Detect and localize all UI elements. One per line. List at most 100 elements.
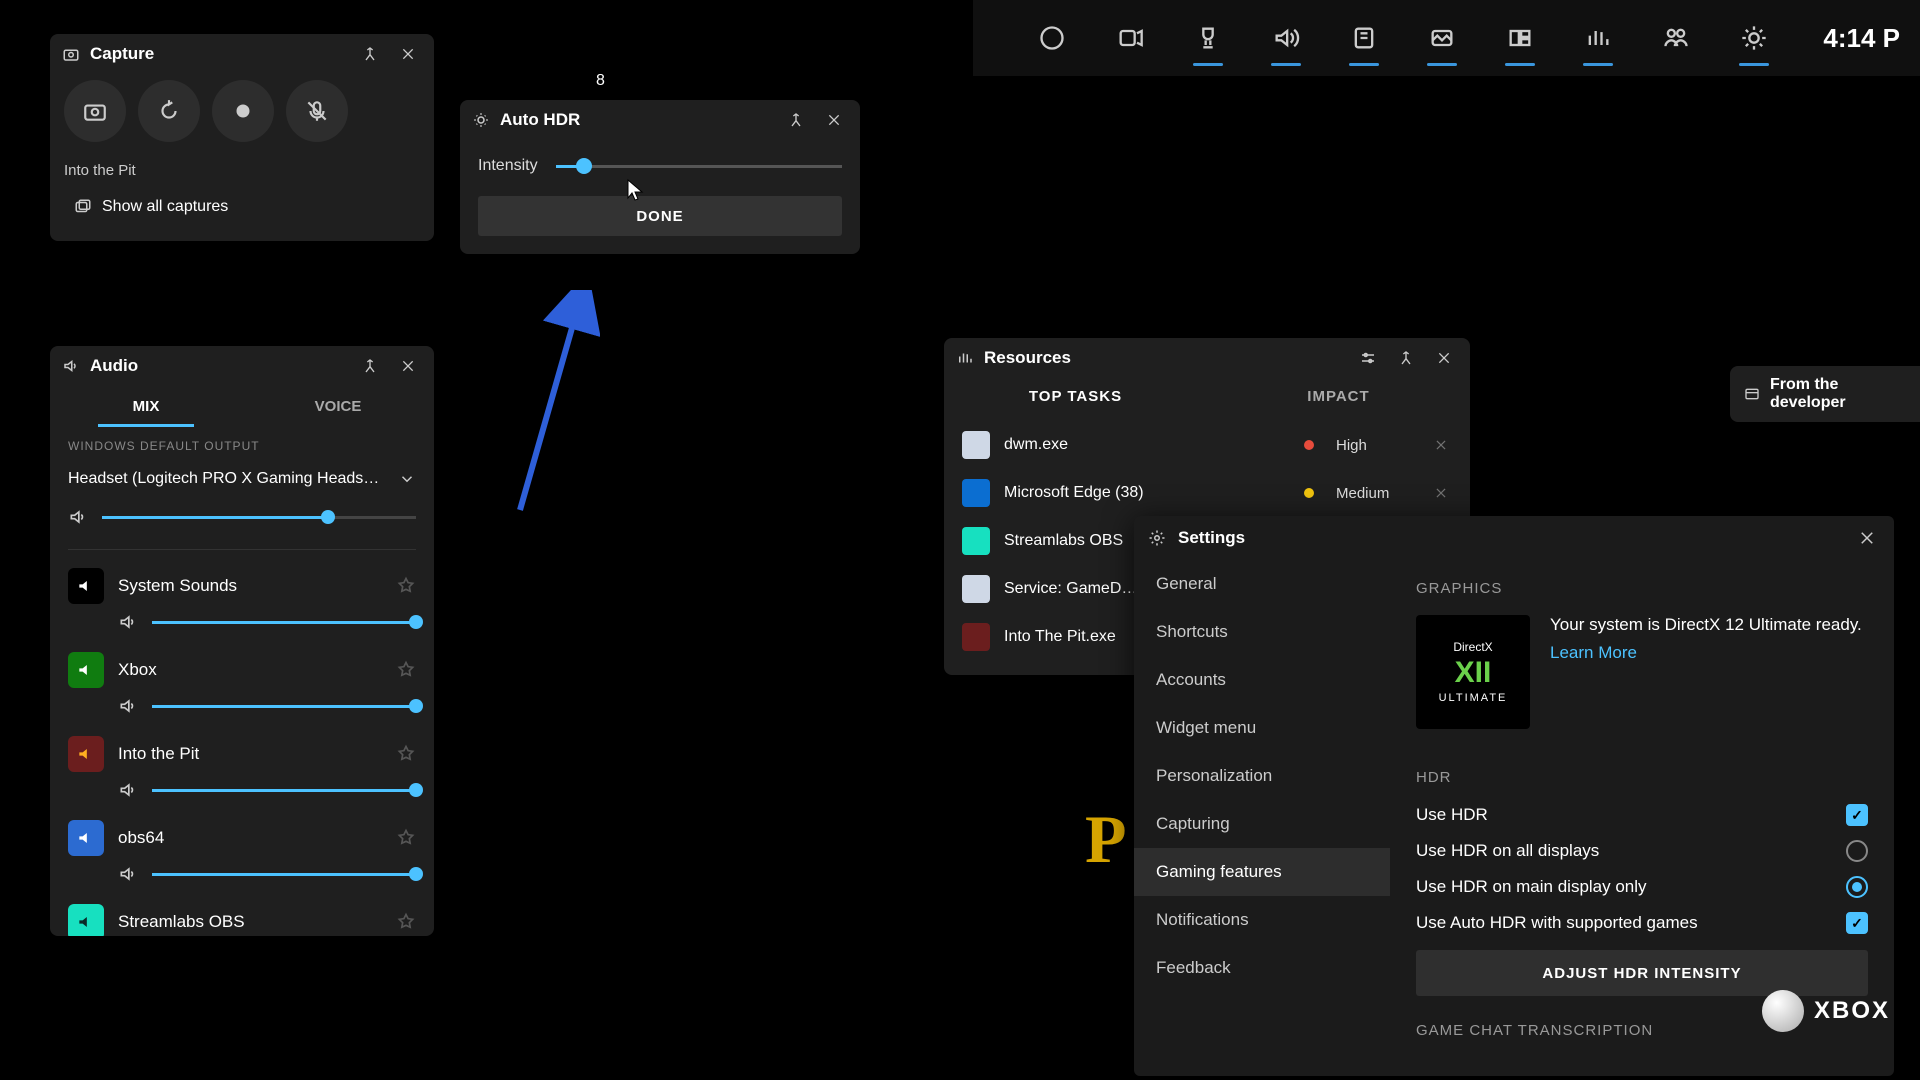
master-volume-slider[interactable] [102,516,416,519]
learn-more-link[interactable]: Learn More [1550,643,1637,663]
audio-app-row: obs64 [68,820,416,884]
topbar-widgets-icon[interactable] [1481,0,1559,76]
app-volume-icon[interactable] [118,612,138,632]
favorite-button[interactable] [396,576,416,596]
process-name: Microsoft Edge (38) [1004,484,1290,502]
app-icon [68,904,104,936]
pin-button[interactable] [1392,344,1420,372]
auto-hdr-widget: Auto HDR 8 Intensity DONE [460,100,860,254]
tab-impact[interactable]: IMPACT [1207,378,1470,415]
resource-row[interactable]: dwm.exe High [952,421,1462,469]
process-icon [962,575,990,603]
tab-top-tasks[interactable]: TOP TASKS [944,378,1207,415]
settings-nav-item[interactable]: Accounts [1134,656,1390,704]
resources-title: Resources [984,348,1344,368]
intensity-label: Intensity [478,157,538,175]
app-volume-icon[interactable] [118,696,138,716]
process-icon [962,623,990,651]
camera-icon [62,45,80,63]
use-hdr-checkbox[interactable] [1846,804,1868,826]
graphics-heading: GRAPHICS [1416,580,1868,597]
settings-nav-item[interactable]: Feedback [1134,944,1390,992]
close-button[interactable] [394,40,422,68]
app-icon [68,736,104,772]
badge-bot: ULTIMATE [1439,692,1508,704]
audio-title: Audio [90,356,346,376]
use-hdr-label: Use HDR [1416,805,1488,825]
settings-nav-item[interactable]: Gaming features [1134,848,1390,896]
close-button[interactable] [394,352,422,380]
app-name: Xbox [118,660,382,680]
topbar-gallery-icon[interactable] [1403,0,1481,76]
mic-mute-button[interactable] [286,80,348,142]
pin-button[interactable] [356,352,384,380]
close-button[interactable] [1430,344,1458,372]
topbar-achievements-icon[interactable] [1169,0,1247,76]
card-icon [1744,386,1760,402]
topbar-performance-icon[interactable] [1325,0,1403,76]
annotation-arrow-1 [510,290,600,520]
favorite-button[interactable] [396,912,416,932]
kill-process-button[interactable] [1430,434,1452,456]
app-volume-icon[interactable] [118,780,138,800]
app-volume-slider[interactable] [152,873,416,876]
done-button[interactable]: DONE [478,196,842,236]
settings-nav-item[interactable]: Widget menu [1134,704,1390,752]
use-hdr-all-radio[interactable] [1846,840,1868,862]
settings-button[interactable] [1354,344,1382,372]
topbar-social-icon[interactable] [1637,0,1715,76]
pin-button[interactable] [782,106,810,134]
app-volume-icon[interactable] [118,864,138,884]
use-hdr-main-radio[interactable] [1846,876,1868,898]
app-volume-slider[interactable] [152,789,416,792]
badge-top: DirectX [1453,640,1492,654]
topbar-audio-icon[interactable] [1247,0,1325,76]
favorite-button[interactable] [396,660,416,680]
settings-nav-item[interactable]: Personalization [1134,752,1390,800]
app-volume-slider[interactable] [152,621,416,624]
topbar-brightness-icon[interactable] [1715,0,1793,76]
close-button[interactable] [820,106,848,134]
auto-hdr-title: Auto HDR [500,110,772,130]
app-icon [68,568,104,604]
badge-mid: XII [1455,656,1492,690]
app-name: Into the Pit [118,744,382,764]
audio-app-row: System Sounds [68,568,416,632]
favorite-button[interactable] [396,744,416,764]
app-icon [68,820,104,856]
output-device-dropdown[interactable]: Headset (Logitech PRO X Gaming Heads… [68,461,416,497]
game-bar-topbar: 4:14 P [973,0,1920,76]
record-button[interactable] [212,80,274,142]
favorite-button[interactable] [396,828,416,848]
xbox-watermark: XBOX [1762,990,1890,1032]
directx-badge: DirectX XII ULTIMATE [1416,615,1530,729]
use-auto-hdr-checkbox[interactable] [1846,912,1868,934]
record-last-button[interactable] [138,80,200,142]
topbar-broadcast-icon[interactable] [1091,0,1169,76]
audio-section-label: WINDOWS DEFAULT OUTPUT [68,439,416,453]
audio-app-row: Streamlabs OBS [68,904,416,936]
use-hdr-all-label: Use HDR on all displays [1416,841,1599,861]
use-hdr-main-label: Use HDR on main display only [1416,877,1647,897]
gear-icon [1148,529,1166,547]
app-volume-slider[interactable] [152,705,416,708]
kill-process-button[interactable] [1430,482,1452,504]
settings-nav-item[interactable]: General [1134,560,1390,608]
settings-nav-item[interactable]: Shortcuts [1134,608,1390,656]
show-all-captures-link[interactable]: Show all captures [64,187,420,227]
volume-icon[interactable] [68,507,88,527]
tab-voice[interactable]: VOICE [242,386,434,427]
screenshot-button[interactable] [64,80,126,142]
intensity-slider[interactable] [556,156,842,176]
capture-context: Into the Pit [64,162,420,179]
resource-row[interactable]: Microsoft Edge (38) Medium [952,469,1462,517]
topbar-resources-icon[interactable] [1559,0,1637,76]
close-button[interactable] [1854,525,1880,551]
topbar-xbox-icon[interactable] [1013,0,1091,76]
settings-nav-item[interactable]: Notifications [1134,896,1390,944]
tab-mix[interactable]: MIX [50,386,242,427]
xbox-sphere-icon [1762,990,1804,1032]
settings-nav-item[interactable]: Capturing [1134,800,1390,848]
brightness-icon [472,111,490,129]
pin-button[interactable] [356,40,384,68]
